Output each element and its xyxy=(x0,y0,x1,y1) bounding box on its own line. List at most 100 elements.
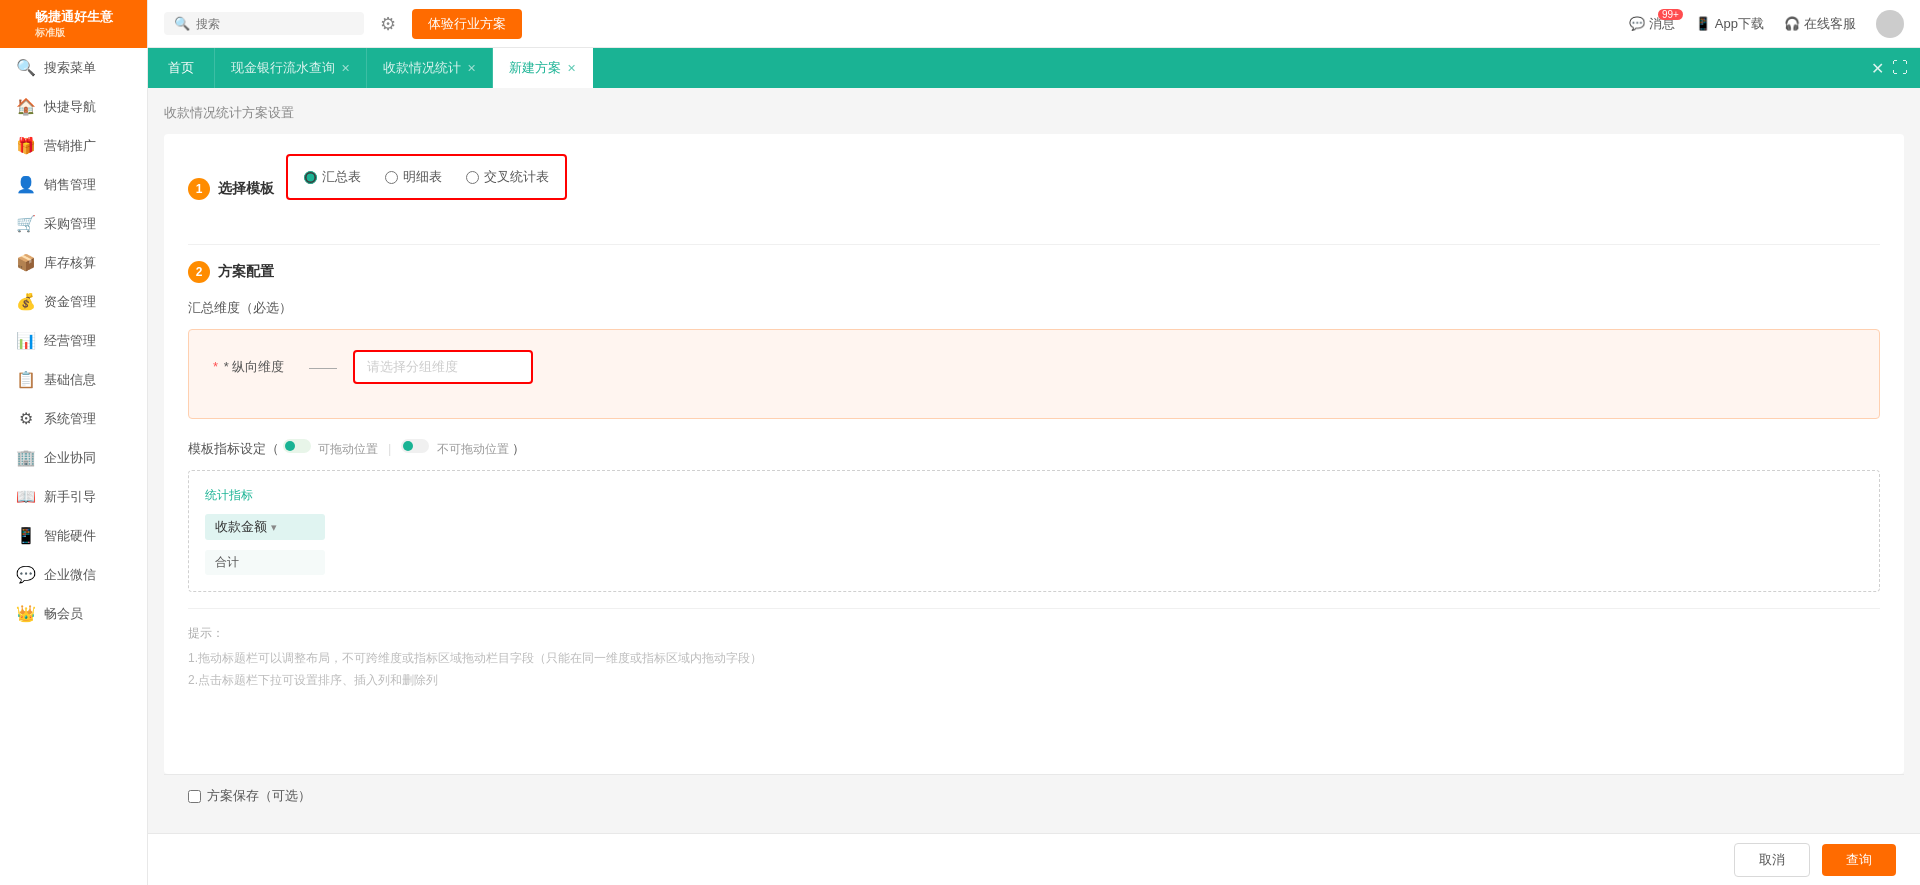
tips-section: 提示： 1.拖动标题栏可以调整布局，不可跨维度或指标区域拖动栏目字段（只能在同一… xyxy=(188,608,1880,691)
chat-icon: 💬 xyxy=(16,565,36,584)
download-label: App下载 xyxy=(1715,15,1764,33)
section1-title: 选择模板 xyxy=(218,180,274,198)
nondraggable-toggle[interactable] xyxy=(401,439,429,453)
box-icon: 📦 xyxy=(16,253,36,272)
radio-detail-label: 明细表 xyxy=(403,168,442,186)
action-bar: 取消 查询 xyxy=(148,833,1920,885)
radio-summary[interactable]: 汇总表 xyxy=(304,168,361,186)
metrics-section: 模板指标设定（ 可拖动位置 | 不可拖动位置 ） 统计指标 xyxy=(188,439,1880,691)
metric-tag-amount[interactable]: 收款金额 ▾ xyxy=(205,514,325,540)
query-button[interactable]: 查询 xyxy=(1822,844,1896,876)
radio-cross[interactable]: 交叉统计表 xyxy=(466,168,549,186)
section2-number: 2 xyxy=(188,261,210,283)
metric-subtag-total: 合计 xyxy=(205,550,325,575)
sidebar-item-hardware[interactable]: 📱 智能硬件 xyxy=(0,516,147,555)
tab-collection[interactable]: 收款情况统计 ✕ xyxy=(367,48,493,88)
gift-icon: 🎁 xyxy=(16,136,36,155)
dimension-area: * * 纵向维度 —— 请选择分组维度 xyxy=(188,329,1880,419)
sidebar-item-label: 智能硬件 xyxy=(44,527,96,545)
save-checkbox-label[interactable]: 方案保存（可选） xyxy=(188,787,311,805)
sidebar-item-purchase[interactable]: 🛒 采购管理 xyxy=(0,204,147,243)
search-input[interactable] xyxy=(196,17,336,31)
phone-icon: 📱 xyxy=(16,526,36,545)
tip-item-1: 1.拖动标题栏可以调整布局，不可跨维度或指标区域拖动栏目字段（只能在同一维度或指… xyxy=(188,648,1880,670)
sidebar-logo: 畅捷通好生意 标准版 xyxy=(0,0,147,48)
draggable-label: 可拖动位置 xyxy=(318,442,378,456)
save-checkbox[interactable] xyxy=(188,790,201,803)
sidebar-item-enterprise[interactable]: 🏢 企业协同 xyxy=(0,438,147,477)
tab-cashflow-close[interactable]: ✕ xyxy=(341,62,350,75)
radio-summary-input[interactable] xyxy=(304,171,317,184)
service-item[interactable]: 🎧 在线客服 xyxy=(1784,15,1856,33)
tab-newplan-close[interactable]: ✕ xyxy=(567,62,576,75)
template-selection: 汇总表 明细表 交叉统计表 xyxy=(286,154,567,200)
search-icon: 🔍 xyxy=(174,16,190,31)
sidebar-item-inventory[interactable]: 📦 库存核算 xyxy=(0,243,147,282)
sidebar-item-guide[interactable]: 📖 新手引导 xyxy=(0,477,147,516)
service-label: 在线客服 xyxy=(1804,15,1856,33)
sidebar-item-finance[interactable]: 💰 资金管理 xyxy=(0,282,147,321)
tab-collection-close[interactable]: ✕ xyxy=(467,62,476,75)
section2-header: 2 方案配置 xyxy=(188,261,1880,283)
clipboard-icon: 📋 xyxy=(16,370,36,389)
avatar[interactable] xyxy=(1876,10,1904,38)
footer-save: 方案保存（可选） xyxy=(164,774,1904,817)
sidebar-item-quicknav[interactable]: 🏠 快捷导航 xyxy=(0,87,147,126)
building-icon: 🏢 xyxy=(16,448,36,467)
sidebar-item-label: 基础信息 xyxy=(44,371,96,389)
sidebar-item-basicinfo[interactable]: 📋 基础信息 xyxy=(0,360,147,399)
sidebar-item-label: 销售管理 xyxy=(44,176,96,194)
save-label: 方案保存（可选） xyxy=(207,787,311,805)
tab-newplan[interactable]: 新建方案 ✕ xyxy=(493,48,593,88)
tips-title: 提示： xyxy=(188,625,1880,642)
tab-newplan-label: 新建方案 xyxy=(509,59,561,77)
metrics-area-title: 统计指标 xyxy=(205,487,1863,504)
sidebar-item-search[interactable]: 🔍 搜索菜单 xyxy=(0,48,147,87)
section1-header: 1 选择模板 xyxy=(188,178,274,200)
cart-icon: 🛒 xyxy=(16,214,36,233)
gear-icon: ⚙ xyxy=(16,409,36,428)
form-card: 1 选择模板 汇总表 明细表 xyxy=(164,134,1904,774)
radio-detail-input[interactable] xyxy=(385,171,398,184)
section1-number: 1 xyxy=(188,178,210,200)
sidebar-item-wechat[interactable]: 💬 企业微信 xyxy=(0,555,147,594)
service-icon: 🎧 xyxy=(1784,16,1800,31)
tab-expand-btn[interactable]: ⛶ xyxy=(1892,59,1908,77)
draggable-toggle[interactable] xyxy=(283,439,311,453)
metrics-label: 模板指标设定（ 可拖动位置 | 不可拖动位置 ） xyxy=(188,439,525,458)
sidebar-item-sales[interactable]: 👤 销售管理 xyxy=(0,165,147,204)
sidebar: 畅捷通好生意 标准版 🔍 搜索菜单 🏠 快捷导航 🎁 营销推广 👤 销售管理 🛒… xyxy=(0,0,148,885)
trial-button[interactable]: 体验行业方案 xyxy=(412,9,522,39)
tab-cashflow[interactable]: 现金银行流水查询 ✕ xyxy=(215,48,367,88)
radio-cross-input[interactable] xyxy=(466,171,479,184)
message-badge: 99+ xyxy=(1658,9,1683,20)
cancel-button[interactable]: 取消 xyxy=(1734,843,1810,877)
dimension-placeholder: 请选择分组维度 xyxy=(367,358,458,376)
sidebar-item-label: 搜索菜单 xyxy=(44,59,96,77)
tabbar-actions: ✕ ⛶ xyxy=(1859,59,1920,78)
section2-title: 方案配置 xyxy=(218,263,274,281)
dimension-select[interactable]: 请选择分组维度 xyxy=(353,350,533,384)
radio-detail[interactable]: 明细表 xyxy=(385,168,442,186)
sidebar-item-label: 新手引导 xyxy=(44,488,96,506)
settings-icon[interactable]: ⚙ xyxy=(380,13,396,35)
download-item[interactable]: 📱 App下载 xyxy=(1695,15,1764,33)
sidebar-item-marketing[interactable]: 🎁 营销推广 xyxy=(0,126,147,165)
tab-close-btn[interactable]: ✕ xyxy=(1871,59,1884,78)
chevron-down-icon: ▾ xyxy=(271,521,277,534)
app-edition: 标准版 xyxy=(35,26,113,40)
download-icon: 📱 xyxy=(1695,16,1711,31)
section2: 2 方案配置 汇总维度（必选） * * 纵向维度 —— xyxy=(188,261,1880,691)
metric-tag-label: 收款金额 xyxy=(215,518,267,536)
vertical-label-text: * 纵向维度 xyxy=(224,359,285,374)
sidebar-item-system[interactable]: ⚙ 系统管理 xyxy=(0,399,147,438)
sidebar-item-operations[interactable]: 📊 经营管理 xyxy=(0,321,147,360)
sidebar-item-member[interactable]: 👑 畅会员 xyxy=(0,594,147,633)
sidebar-item-label: 企业微信 xyxy=(44,566,96,584)
tab-home[interactable]: 首页 xyxy=(148,48,215,88)
breadcrumb: 收款情况统计方案设置 xyxy=(164,104,1904,122)
metrics-area: 统计指标 收款金额 ▾ 合计 xyxy=(188,470,1880,592)
message-item[interactable]: 💬 消息 99+ xyxy=(1629,15,1675,33)
search-box[interactable]: 🔍 xyxy=(164,12,364,35)
page-content: 收款情况统计方案设置 1 选择模板 汇总表 xyxy=(148,88,1920,833)
